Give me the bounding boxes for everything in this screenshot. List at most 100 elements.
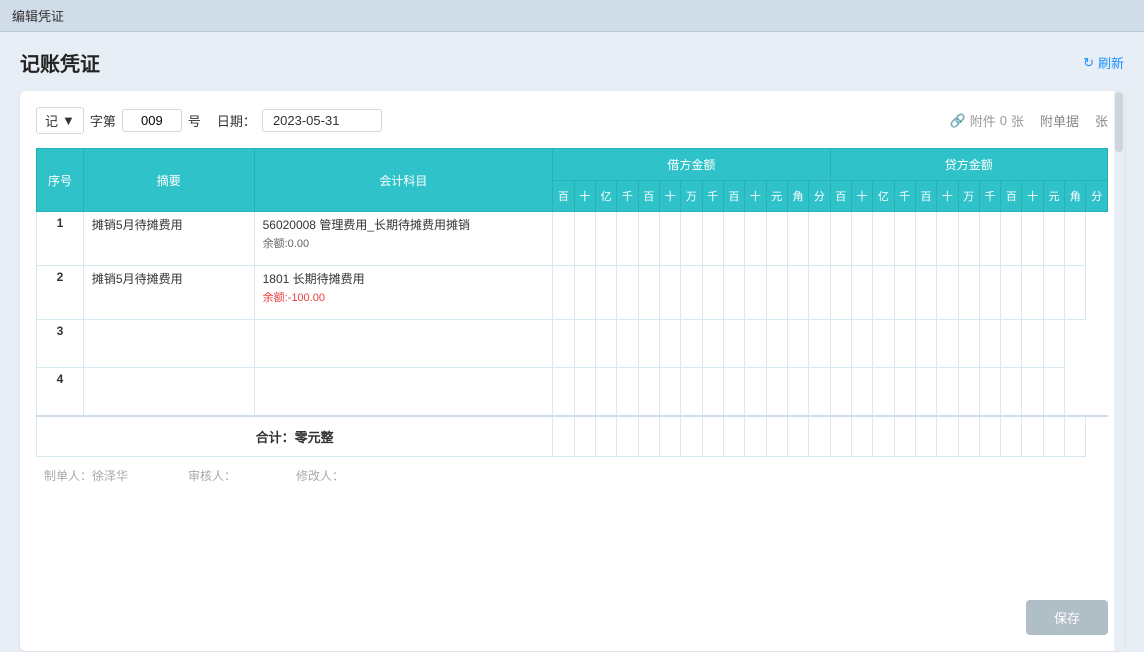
amount-cell[interactable] [958, 266, 979, 320]
amount-cell[interactable] [745, 368, 766, 416]
amount-cell[interactable] [617, 320, 638, 368]
amount-cell[interactable] [851, 212, 872, 266]
amount-cell[interactable] [1001, 266, 1022, 320]
subject-cell[interactable] [254, 368, 553, 416]
amount-cell[interactable] [574, 320, 595, 368]
amount-cell[interactable] [574, 266, 595, 320]
zi-number-input[interactable] [122, 109, 182, 132]
scrollbar[interactable] [1114, 91, 1124, 651]
ji-select[interactable]: 记 ▼ [36, 107, 84, 134]
amount-cell[interactable] [553, 368, 574, 416]
amount-cell[interactable] [979, 212, 1000, 266]
amount-cell[interactable] [979, 320, 1000, 368]
amount-cell[interactable] [1001, 368, 1022, 416]
amount-cell[interactable] [1043, 266, 1064, 320]
amount-cell[interactable] [809, 368, 830, 416]
amount-cell[interactable] [958, 212, 979, 266]
amount-cell[interactable] [809, 212, 830, 266]
amount-cell[interactable] [851, 266, 872, 320]
amount-cell[interactable] [1022, 320, 1043, 368]
amount-cell[interactable] [595, 320, 616, 368]
amount-cell[interactable] [958, 368, 979, 416]
amount-cell[interactable] [894, 212, 915, 266]
amount-cell[interactable] [681, 368, 702, 416]
amount-cell[interactable] [830, 266, 851, 320]
amount-cell[interactable] [553, 320, 574, 368]
amount-cell[interactable] [766, 212, 787, 266]
amount-cell[interactable] [1043, 368, 1064, 416]
amount-cell[interactable] [595, 368, 616, 416]
amount-cell[interactable] [787, 320, 808, 368]
amount-cell[interactable] [681, 320, 702, 368]
amount-cell[interactable] [723, 320, 744, 368]
amount-cell[interactable] [638, 212, 659, 266]
amount-cell[interactable] [979, 266, 1000, 320]
amount-cell[interactable] [937, 320, 958, 368]
date-input[interactable] [262, 109, 382, 132]
amount-cell[interactable] [553, 212, 574, 266]
amount-cell[interactable] [766, 266, 787, 320]
amount-cell[interactable] [702, 266, 723, 320]
amount-cell[interactable] [595, 266, 616, 320]
amount-cell[interactable] [894, 266, 915, 320]
summary-cell[interactable]: 摊销5月待摊费用 [83, 212, 254, 266]
amount-cell[interactable] [915, 212, 936, 266]
amount-cell[interactable] [617, 368, 638, 416]
amount-cell[interactable] [873, 368, 894, 416]
amount-cell[interactable] [1065, 212, 1086, 266]
amount-cell[interactable] [659, 266, 680, 320]
amount-cell[interactable] [787, 368, 808, 416]
amount-cell[interactable] [851, 368, 872, 416]
amount-cell[interactable] [659, 320, 680, 368]
summary-cell[interactable]: 摊销5月待摊费用 [83, 266, 254, 320]
amount-cell[interactable] [958, 320, 979, 368]
amount-cell[interactable] [659, 212, 680, 266]
amount-cell[interactable] [702, 368, 723, 416]
amount-cell[interactable] [787, 212, 808, 266]
subject-cell[interactable] [254, 320, 553, 368]
amount-cell[interactable] [830, 368, 851, 416]
amount-cell[interactable] [937, 266, 958, 320]
amount-cell[interactable] [745, 212, 766, 266]
amount-cell[interactable] [1022, 368, 1043, 416]
amount-cell[interactable] [979, 368, 1000, 416]
amount-cell[interactable] [617, 266, 638, 320]
amount-cell[interactable] [830, 320, 851, 368]
amount-cell[interactable] [702, 212, 723, 266]
amount-cell[interactable] [873, 212, 894, 266]
amount-cell[interactable] [723, 368, 744, 416]
amount-cell[interactable] [894, 368, 915, 416]
amount-cell[interactable] [851, 320, 872, 368]
amount-cell[interactable] [915, 266, 936, 320]
amount-cell[interactable] [766, 320, 787, 368]
amount-cell[interactable] [745, 266, 766, 320]
amount-cell[interactable] [873, 320, 894, 368]
amount-cell[interactable] [1022, 212, 1043, 266]
amount-cell[interactable] [873, 266, 894, 320]
amount-cell[interactable] [787, 266, 808, 320]
amount-cell[interactable] [574, 368, 595, 416]
amount-cell[interactable] [915, 320, 936, 368]
summary-cell[interactable] [83, 320, 254, 368]
amount-cell[interactable] [681, 212, 702, 266]
subject-cell[interactable]: 1801 长期待摊费用 余额:-100.00 [254, 266, 553, 320]
amount-cell[interactable] [595, 212, 616, 266]
amount-cell[interactable] [1001, 320, 1022, 368]
amount-cell[interactable] [745, 320, 766, 368]
amount-cell[interactable] [638, 320, 659, 368]
amount-cell[interactable] [1043, 212, 1064, 266]
amount-cell[interactable] [1065, 266, 1086, 320]
amount-cell[interactable] [830, 212, 851, 266]
amount-cell[interactable] [617, 212, 638, 266]
amount-cell[interactable] [915, 368, 936, 416]
refresh-button[interactable]: ↻ 刷新 [1083, 53, 1124, 72]
amount-cell[interactable] [766, 368, 787, 416]
amount-cell[interactable] [574, 212, 595, 266]
amount-cell[interactable] [1001, 212, 1022, 266]
amount-cell[interactable] [1022, 266, 1043, 320]
amount-cell[interactable] [937, 212, 958, 266]
amount-cell[interactable] [638, 266, 659, 320]
amount-cell[interactable] [809, 266, 830, 320]
amount-cell[interactable] [894, 320, 915, 368]
amount-cell[interactable] [809, 320, 830, 368]
